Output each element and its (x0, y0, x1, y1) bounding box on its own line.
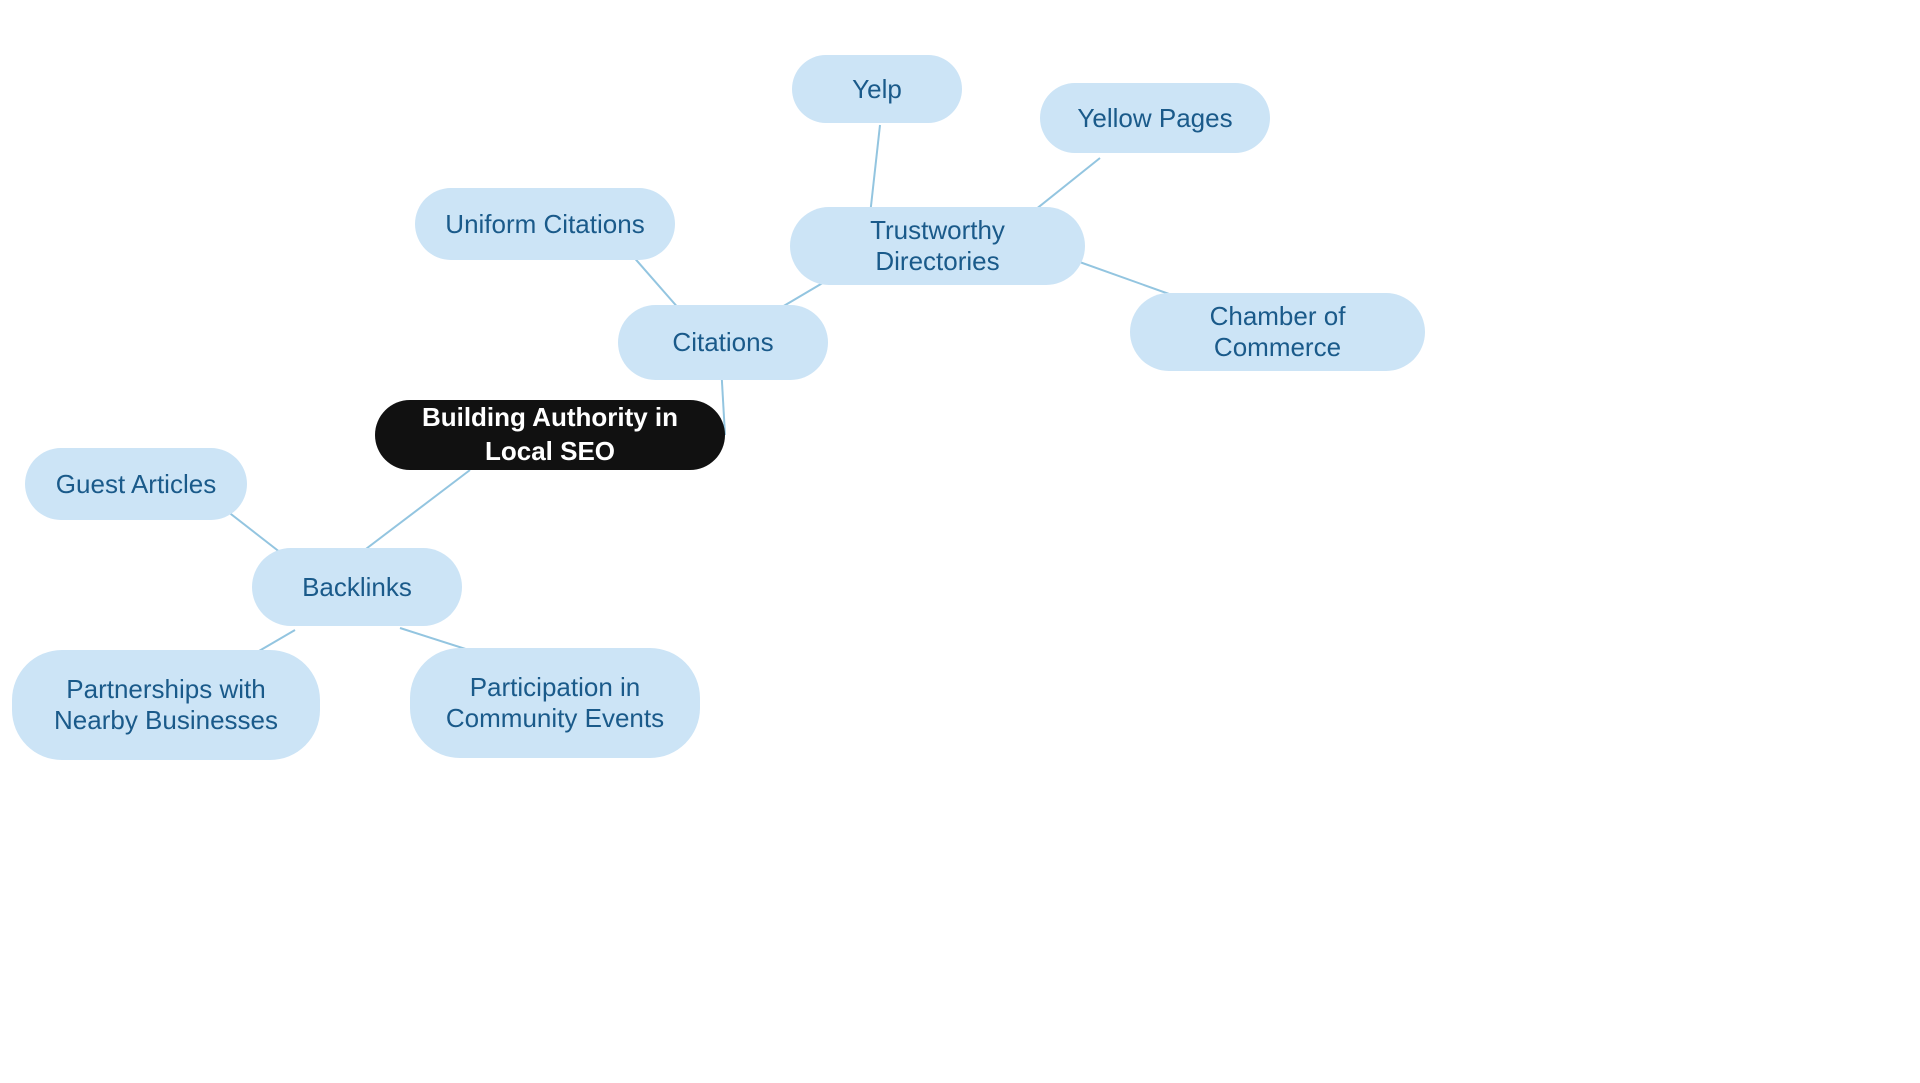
uniform-citations-node: Uniform Citations (415, 188, 675, 260)
guest-articles-label: Guest Articles (28, 453, 244, 516)
central-node: Building Authority in Local SEO (375, 400, 725, 470)
citations-node-label: Citations (644, 311, 801, 374)
partnerships-node: Partnerships with Nearby Businesses (12, 650, 320, 760)
citations-node: Citations (618, 305, 828, 380)
uniform-citations-label: Uniform Citations (417, 193, 672, 256)
yellow-pages-label: Yellow Pages (1049, 87, 1260, 150)
backlinks-node: Backlinks (252, 548, 462, 626)
community-events-node: Participation in Community Events (410, 648, 700, 758)
trustworthy-directories-label: Trustworthy Directories (790, 199, 1085, 293)
guest-articles-node: Guest Articles (25, 448, 247, 520)
yelp-label: Yelp (824, 58, 930, 121)
yellow-pages-node: Yellow Pages (1040, 83, 1270, 153)
chamber-of-commerce-label: Chamber of Commerce (1130, 285, 1425, 379)
partnerships-label: Partnerships with Nearby Businesses (12, 658, 320, 752)
trustworthy-directories-node: Trustworthy Directories (790, 207, 1085, 285)
yelp-node: Yelp (792, 55, 962, 123)
chamber-of-commerce-node: Chamber of Commerce (1130, 293, 1425, 371)
central-node-label: Building Authority in Local SEO (375, 383, 725, 487)
backlinks-label: Backlinks (274, 556, 440, 619)
community-events-label: Participation in Community Events (410, 656, 700, 750)
